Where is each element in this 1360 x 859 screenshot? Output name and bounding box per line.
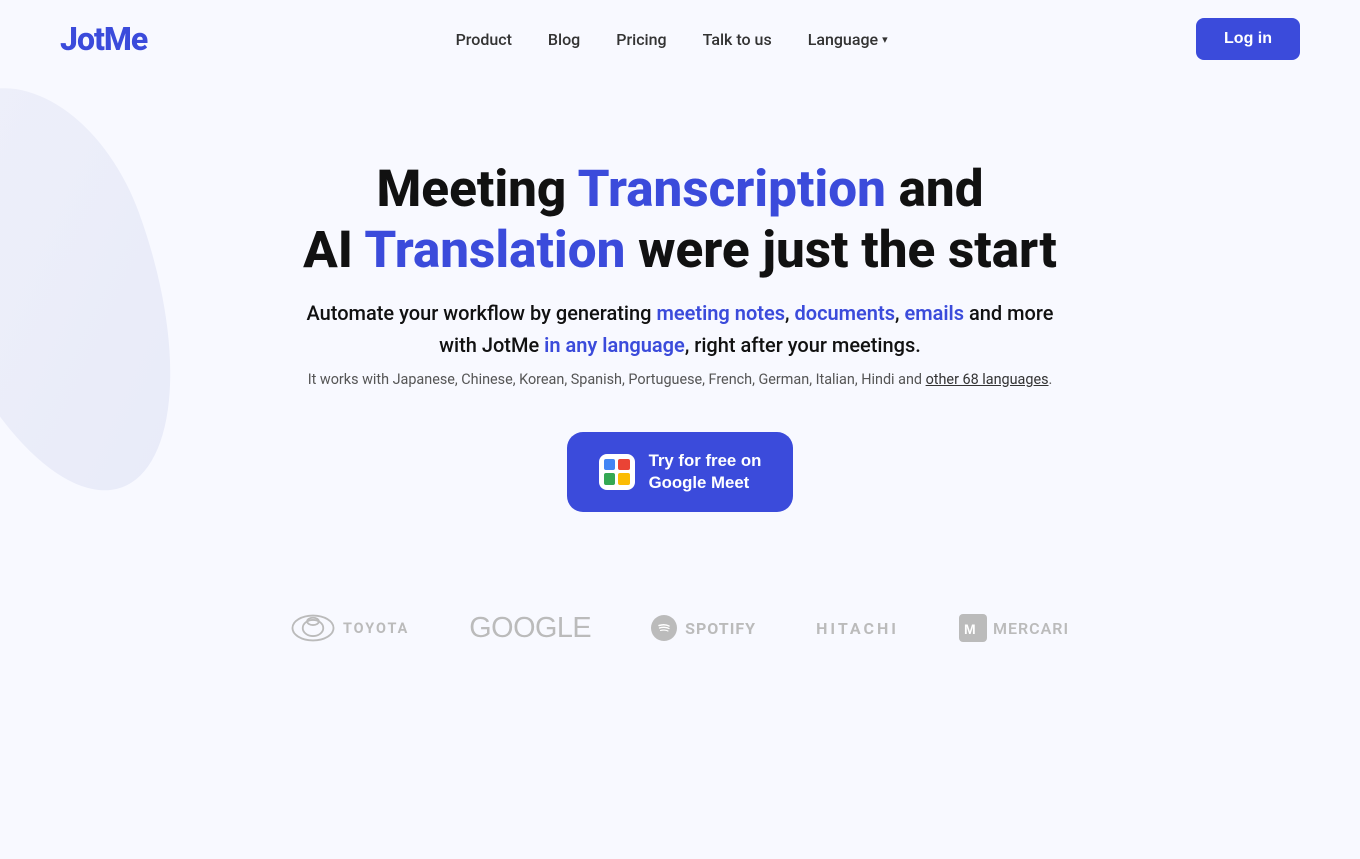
logo-hitachi: HITACHI (816, 619, 899, 638)
nav-talk[interactable]: Talk to us (703, 30, 772, 49)
mercari-icon: m (959, 614, 987, 642)
language-selector[interactable]: Language ▾ (808, 30, 888, 49)
logo-toyota: TOYOTA (291, 614, 409, 642)
subtitle-text6: , right after your meetings. (685, 333, 921, 357)
hero-title-highlight2: Translation (364, 219, 625, 280)
nav-product[interactable]: Product (456, 30, 512, 49)
hero-subtitle: Automate your workflow by generating mee… (20, 297, 1340, 361)
language-label: Language (808, 30, 878, 49)
login-button[interactable]: Log in (1196, 18, 1300, 60)
subtitle-link-documents[interactable]: documents (795, 301, 895, 325)
other-languages-link[interactable]: other 68 languages (926, 371, 1049, 388)
hitachi-text: HITACHI (816, 619, 899, 638)
chevron-down-icon: ▾ (882, 33, 888, 46)
gm-quadrant-4 (618, 473, 630, 485)
gm-quadrant-1 (604, 459, 616, 471)
subtitle-link-emails[interactable]: emails (904, 301, 964, 325)
navbar: JotMe Product Blog Pricing Talk to us La… (0, 0, 1360, 78)
google-meet-icon (599, 454, 635, 490)
toyota-text: TOYOTA (343, 620, 409, 637)
nav-blog[interactable]: Blog (548, 30, 580, 49)
svg-text:m: m (964, 621, 977, 637)
logo-mercari: m mercari (959, 614, 1069, 642)
spotify-text: Spotify (685, 619, 756, 638)
gm-quadrant-2 (618, 459, 630, 471)
logo-google: Google (469, 612, 591, 645)
hero-title: Meeting Transcription and AI Translation… (20, 158, 1340, 281)
cta-line2: Google Meet (649, 472, 762, 494)
gm-quadrant-3 (604, 473, 616, 485)
google-text: Google (469, 612, 591, 645)
hero-languages: It works with Japanese, Chinese, Korean,… (20, 371, 1340, 388)
spotify-icon (651, 615, 677, 641)
languages-end: . (1049, 371, 1053, 388)
cta-text: Try for free on Google Meet (649, 450, 762, 494)
subtitle-link-any-language[interactable]: in any language (544, 333, 685, 357)
hero-title-part3: AI (303, 219, 364, 280)
subtitle-text4: and more (964, 301, 1054, 325)
nav-links: Product Blog Pricing Talk to us Language… (456, 30, 888, 49)
logo-spotify: Spotify (651, 615, 756, 641)
cta-line1: Try for free on (649, 450, 762, 472)
hero-title-highlight1: Transcription (578, 158, 886, 219)
hero-title-part2: and (886, 158, 984, 219)
subtitle-link-meeting-notes[interactable]: meeting notes (656, 301, 785, 325)
partner-logos: TOYOTA Google Spotify HITACHI m mercari (0, 572, 1360, 685)
languages-text: It works with Japanese, Chinese, Korean,… (308, 371, 926, 388)
hero-title-part1: Meeting (376, 158, 577, 219)
subtitle-text2: , (785, 301, 794, 325)
cta-google-meet-button[interactable]: Try for free on Google Meet (567, 432, 794, 512)
nav-pricing[interactable]: Pricing (616, 30, 666, 49)
subtitle-text5: with JotMe (439, 333, 544, 357)
subtitle-text1: Automate your workflow by generating (307, 301, 657, 325)
mercari-text: mercari (993, 619, 1069, 638)
hero-title-part4: were just the start (625, 219, 1056, 280)
toyota-icon (291, 614, 335, 642)
hero-section: Meeting Transcription and AI Translation… (0, 78, 1360, 572)
brand-logo[interactable]: JotMe (60, 20, 147, 58)
